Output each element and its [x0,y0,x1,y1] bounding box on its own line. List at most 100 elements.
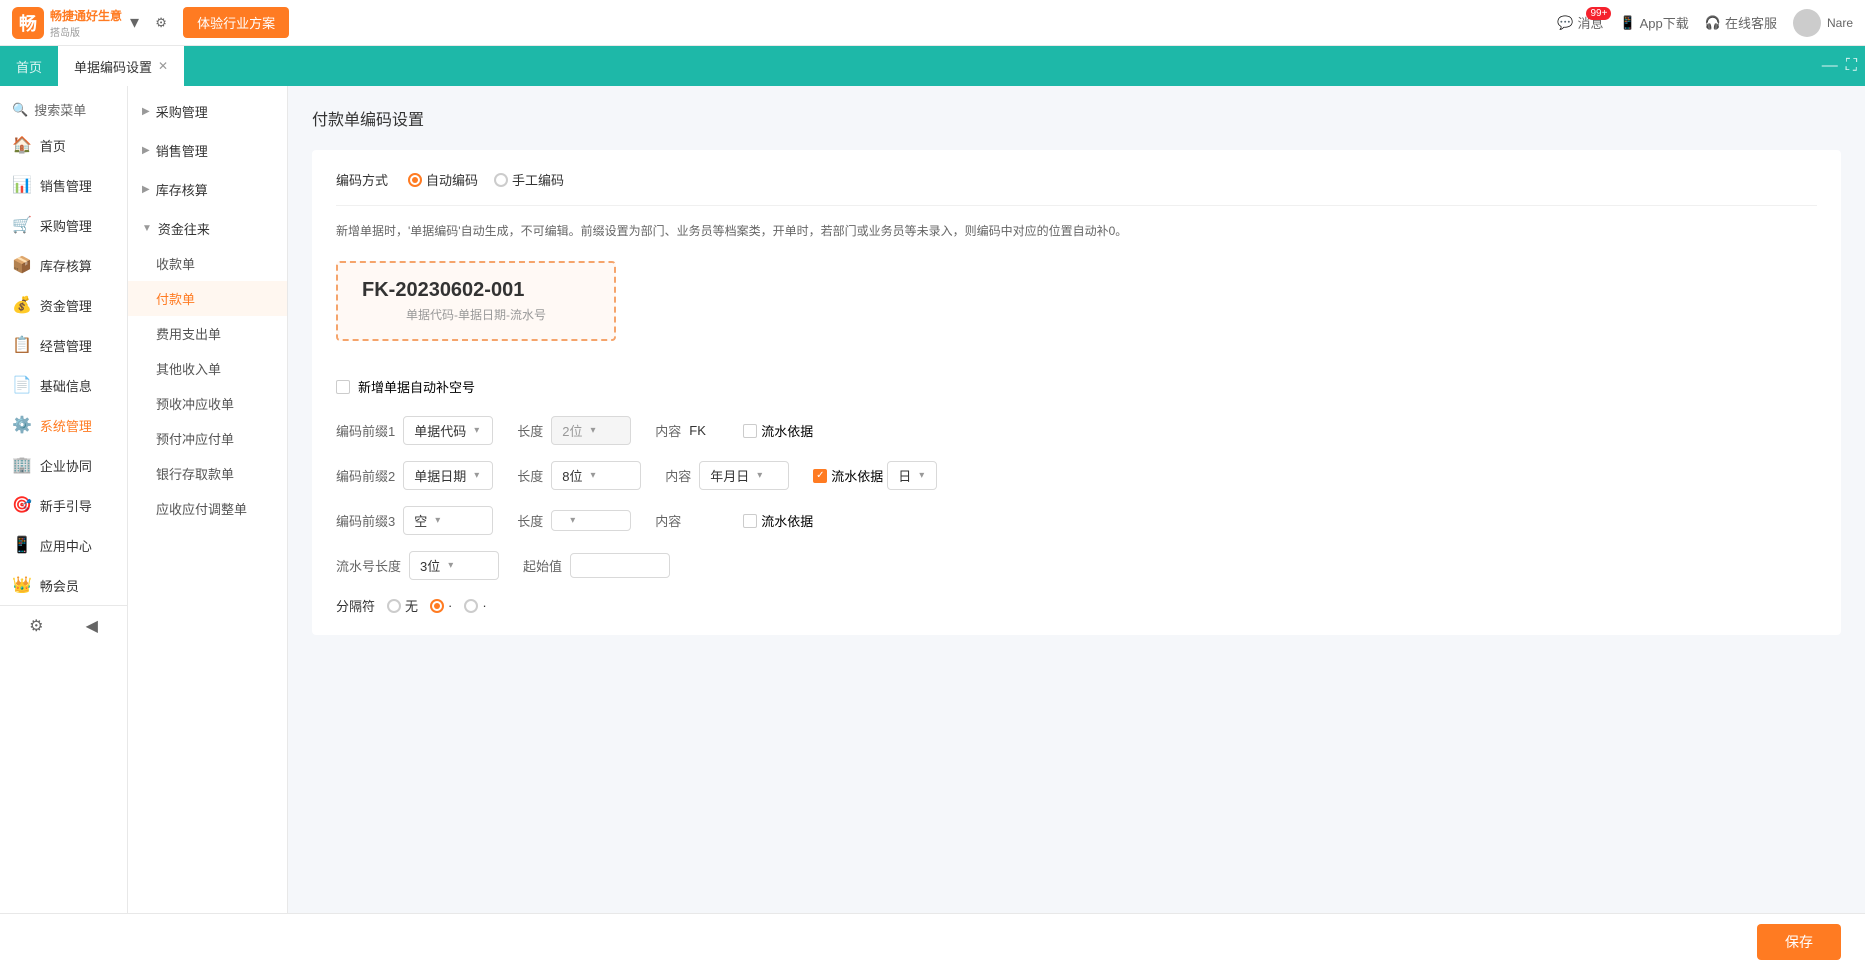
chevron-down-icon: ▾ [448,560,453,571]
section-card: 编码方式 自动编码 手工编码 新增单据时，'单据编码'自动生成，不可编辑。前缀设… [312,150,1841,635]
sidebar-item-finance[interactable]: 💰 资金管理 [0,285,127,325]
chevron-down-icon: ▾ [590,425,595,436]
serial2-checkbox[interactable]: ✓ [813,469,827,483]
sidebar-item-member[interactable]: 👑 畅会员 [0,565,127,605]
settings-bottom-icon[interactable]: ⚙ [29,616,43,636]
purchase-icon: 🛒 [12,215,32,235]
serial-length-select[interactable]: 3位 ▾ [409,551,499,580]
online-service-button[interactable]: 🎧 在线客服 [1705,13,1777,32]
tab-maximize-icon[interactable]: ⛶ [1846,57,1857,75]
sub-menu-header-sales[interactable]: ▶ 销售管理 [128,133,287,168]
content1-label: 内容 [655,421,681,440]
length2-select[interactable]: 8位 ▾ [551,461,641,490]
save-button[interactable]: 保存 [1757,924,1841,960]
sidebar-item-sales[interactable]: 📊 销售管理 [0,165,127,205]
length2-field: 长度 8位 ▾ [517,461,641,490]
app-download-button[interactable]: 📱 App下载 [1619,13,1688,32]
prefix2-select[interactable]: 单据日期 ▾ [403,461,493,490]
sidebar-item-enterprise[interactable]: 🏢 企业协同 [0,445,127,485]
inventory-icon: 📦 [12,255,32,275]
arrow-down-icon: ▼ [142,223,152,234]
top-header: 畅 畅捷通好生意 搭岛版 ▾ ⚙ 体验行业方案 💬 消息 99+ 📱 App下载 [0,0,1865,46]
chevron-down-icon: ▾ [435,515,440,526]
sub-menu-item-prepay-receivable[interactable]: 预收冲应收单 [128,386,287,421]
serial2-label: 流水依据 [831,466,883,485]
form-row-3: 编码前缀3 空 ▾ 长度 ▾ 内容 [336,506,1817,535]
coding-method-label: 编码方式 [336,170,388,189]
experience-button[interactable]: 体验行业方案 [183,7,289,38]
manual-code-option[interactable]: 手工编码 [494,170,564,189]
sub-menu-item-prepay-payable[interactable]: 预付冲应付单 [128,421,287,456]
separator-label: 分隔符 [336,596,375,615]
prefix1-label: 编码前缀1 [336,421,395,440]
auto-fill-label: 新增单据自动补空号 [358,377,475,396]
sub-menu-item-adjustment[interactable]: 应收应付调整单 [128,491,287,526]
sub-menu-header-inventory[interactable]: ▶ 库存核算 [128,172,287,207]
chevron-down-icon: ▾ [570,515,575,526]
operation-icon: 📋 [12,335,32,355]
sidebar-item-purchase[interactable]: 🛒 采购管理 [0,205,127,245]
serial1-label: 流水依据 [761,421,813,440]
separator-dot-option[interactable]: · [430,598,452,613]
serial3-checkbox[interactable] [743,514,757,528]
member-icon: 👑 [12,575,32,595]
sub-menu-item-payment[interactable]: 付款单 [128,281,287,316]
prefix1-select[interactable]: 单据代码 ▾ [403,416,493,445]
sub-menu-header-purchase[interactable]: ▶ 采购管理 [128,94,287,129]
coding-method-row: 编码方式 自动编码 手工编码 [336,170,1817,206]
serial3-label: 流水依据 [761,511,813,530]
user-info[interactable]: Nare [1793,9,1853,37]
separator-dot2-option[interactable]: · [464,598,486,613]
code-preview-box: FK-20230602-001 单据代码-单据日期-流水号 [336,261,616,341]
sub-menu-item-bank[interactable]: 银行存取款单 [128,456,287,491]
nav-dropdown[interactable]: ▾ [130,12,139,33]
separator-dot-radio[interactable] [430,599,444,613]
sub-menu-header-capital[interactable]: ▼ 资金往来 [128,211,287,246]
separator-dot2-radio[interactable] [464,599,478,613]
sidebar-search[interactable]: 🔍 搜索菜单 [0,94,127,125]
serial1-checkbox[interactable] [743,424,757,438]
main-layout: 🔍 搜索菜单 🏠 首页 📊 销售管理 🛒 采购管理 📦 库存核算 💰 资 [0,86,1865,913]
tab-bar-actions: — ⛶ [1822,57,1865,75]
sub-menu-item-receipt[interactable]: 收款单 [128,246,287,281]
collapse-icon[interactable]: ◀ [86,616,98,636]
settings-icon[interactable]: ⚙ [147,9,175,37]
chevron-down-icon: ▾ [590,470,595,481]
logo-text: 畅捷通好生意 搭岛版 [50,7,122,39]
prefix3-field: 编码前缀3 空 ▾ [336,506,493,535]
tab-minimize-icon[interactable]: — [1822,57,1838,75]
auto-fill-checkbox[interactable] [336,380,350,394]
sidebar-item-operation[interactable]: 📋 经营管理 [0,325,127,365]
auto-code-radio[interactable] [408,173,422,187]
length1-input: 2位 ▾ [551,416,631,445]
separator-none-radio[interactable] [387,599,401,613]
sub-menu-item-other-income[interactable]: 其他收入单 [128,351,287,386]
sub-menu-group-inventory: ▶ 库存核算 [128,172,287,207]
manual-code-radio[interactable] [494,173,508,187]
sidebar-item-app[interactable]: 📱 应用中心 [0,525,127,565]
message-button[interactable]: 💬 消息 99+ [1557,13,1603,32]
code-example: FK-20230602-001 [362,279,590,302]
sidebar-item-inventory[interactable]: 📦 库存核算 [0,245,127,285]
prefix3-select[interactable]: 空 ▾ [403,506,493,535]
separator-none-option[interactable]: 无 [387,596,418,615]
auto-code-option[interactable]: 自动编码 [408,170,478,189]
chevron-down-icon: ▾ [474,470,479,481]
chevron-down-icon: ▾ [474,425,479,436]
start-value-input[interactable]: 1 [570,553,670,578]
sub-menu-item-expense[interactable]: 费用支出单 [128,316,287,351]
sidebar-item-home[interactable]: 🏠 首页 [0,125,127,165]
sidebar-item-guide[interactable]: 🎯 新手引导 [0,485,127,525]
serial2-unit-select[interactable]: 日 ▾ [887,461,937,490]
tab-close-icon[interactable]: ✕ [158,59,168,73]
sidebar-item-system[interactable]: ⚙️ 系统管理 [0,405,127,445]
length1-label: 长度 [517,421,543,440]
length3-select[interactable]: ▾ [551,510,631,531]
code-desc: 单据代码-单据日期-流水号 [362,306,590,323]
serial-length-label: 流水号长度 [336,556,401,575]
tab-document-code-settings[interactable]: 单据编码设置 ✕ [58,46,184,86]
content2-select[interactable]: 年月日 ▾ [699,461,789,490]
sidebar-item-base[interactable]: 📄 基础信息 [0,365,127,405]
content3-field: 内容 [655,511,719,530]
tab-home[interactable]: 首页 [0,46,58,86]
